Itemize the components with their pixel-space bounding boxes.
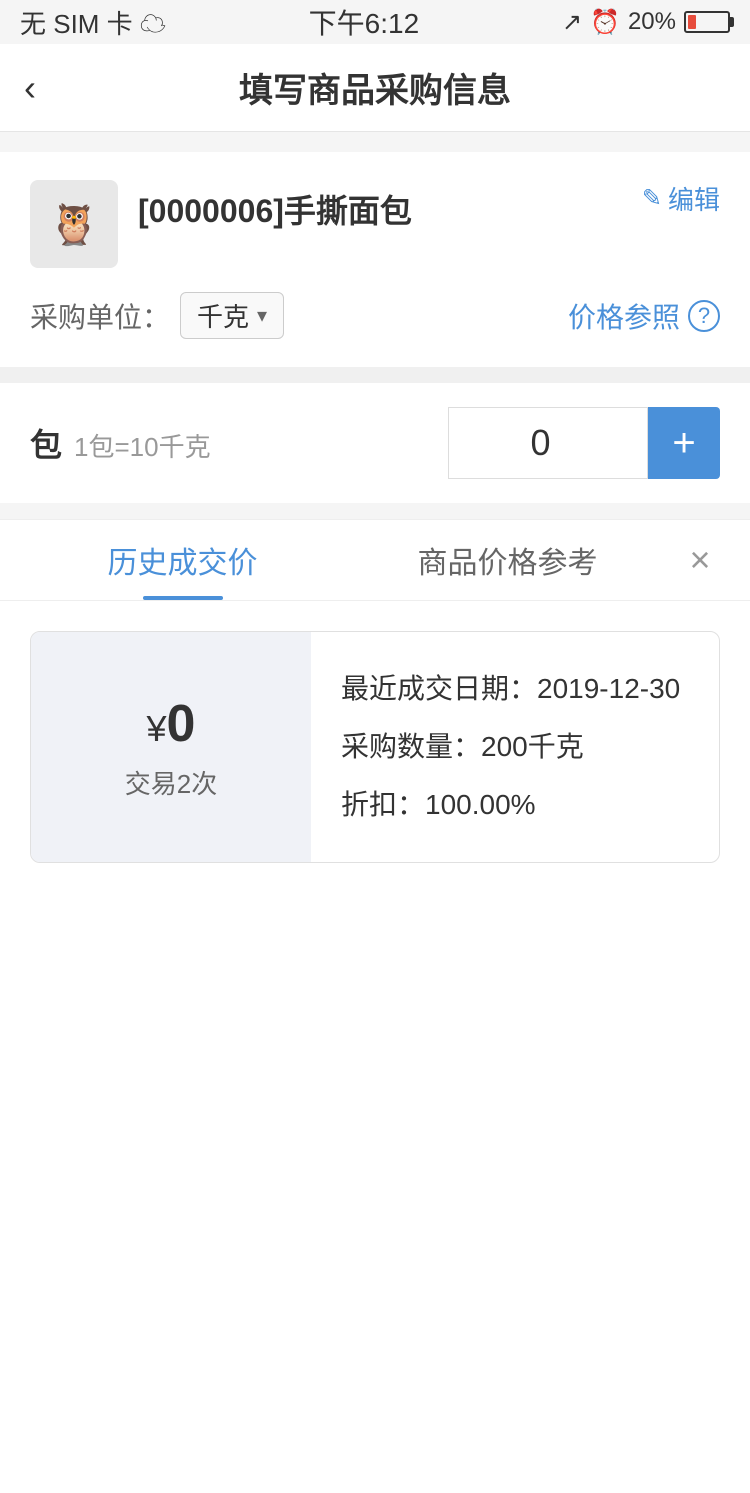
- bottom-space: [0, 893, 750, 1493]
- product-logo-icon: 🦉: [49, 201, 99, 248]
- purchase-qty-row: 采购数量：200千克: [341, 726, 689, 768]
- chevron-down-icon: ▾: [257, 303, 267, 328]
- edit-button[interactable]: ✎ 编辑: [642, 180, 720, 217]
- purchase-qty-label: 采购数量：: [341, 731, 481, 762]
- tabs-container: 历史成交价 商品价格参考 × ¥0 交易2次 最近成交日期：2019-12-30…: [0, 519, 750, 893]
- product-name: [0000006]手撕面包: [138, 180, 412, 232]
- quantity-input[interactable]: [448, 407, 648, 479]
- product-left: 🦉 [0000006]手撕面包: [30, 180, 412, 268]
- discount-row: 折扣：100.00%: [341, 784, 689, 826]
- trades-count: 交易2次: [125, 764, 217, 801]
- recent-date-label: 最近成交日期：: [341, 673, 537, 704]
- price-reference-button[interactable]: 价格参照 ?: [568, 296, 720, 336]
- sim-label: 无 SIM 卡 ☁: [20, 4, 166, 41]
- status-right: ↗ ⏰ 20%: [562, 8, 730, 37]
- tab-price-reference-label: 商品价格参考: [418, 538, 598, 582]
- tab-history-price-label: 历史成交价: [108, 538, 258, 582]
- edit-icon: ✎: [642, 184, 662, 213]
- nav-bar: ‹ 填写商品采购信息: [0, 44, 750, 132]
- product-image: 🦉: [30, 180, 118, 268]
- edit-label: 编辑: [668, 180, 720, 217]
- tab-close-button[interactable]: ×: [670, 520, 730, 600]
- price-ref-label: 价格参照: [568, 296, 680, 336]
- price-card-left: ¥0 交易2次: [31, 632, 311, 862]
- unit-row: 采购单位： 千克 ▾: [30, 292, 284, 339]
- tab-price-reference[interactable]: 商品价格参考: [345, 520, 670, 600]
- product-meta: 采购单位： 千克 ▾ 价格参照 ?: [30, 292, 720, 339]
- quantity-control: +: [448, 407, 720, 479]
- battery-fill: [688, 15, 696, 29]
- status-bar: 无 SIM 卡 ☁ 下午6:12 ↗ ⏰ 20%: [0, 0, 750, 44]
- page-title: 填写商品采购信息: [239, 63, 511, 112]
- status-left: 无 SIM 卡 ☁: [20, 4, 166, 41]
- tab-history-price[interactable]: 历史成交价: [20, 520, 345, 600]
- unit-selector[interactable]: 千克 ▾: [180, 292, 284, 339]
- unit-conversion-label: 1包=10千克: [74, 427, 211, 464]
- recent-date-row: 最近成交日期：2019-12-30: [341, 668, 689, 710]
- price-card-right: 最近成交日期：2019-12-30 采购数量：200千克 折扣：100.00%: [311, 632, 719, 862]
- section-divider: [0, 367, 750, 383]
- product-card: 🦉 [0000006]手撕面包 ✎ 编辑 采购单位： 千克 ▾ 价格参照 ?: [0, 152, 750, 367]
- status-time: 下午6:12: [309, 2, 420, 42]
- quantity-plus-button[interactable]: +: [648, 407, 720, 479]
- quantity-left: 包 1包=10千克: [30, 420, 211, 466]
- price-card: ¥0 交易2次 最近成交日期：2019-12-30 采购数量：200千克 折扣：…: [30, 631, 720, 863]
- discount-label: 折扣：: [341, 789, 425, 820]
- recent-date-value: 2019-12-30: [537, 673, 680, 704]
- price-value: 0: [167, 695, 196, 753]
- tab-active-indicator: [143, 596, 223, 600]
- product-header: 🦉 [0000006]手撕面包 ✎ 编辑: [30, 180, 720, 268]
- location-icon: ↗: [562, 8, 582, 37]
- unit-name-label: 包: [30, 420, 62, 466]
- battery-percent: 20%: [628, 8, 676, 36]
- tabs-header: 历史成交价 商品价格参考 ×: [0, 520, 750, 601]
- price-amount: ¥0: [147, 694, 196, 754]
- history-price-content: ¥0 交易2次 最近成交日期：2019-12-30 采购数量：200千克 折扣：…: [0, 601, 750, 893]
- discount-value: 100.00%: [425, 789, 536, 820]
- battery-icon: [684, 11, 730, 33]
- question-icon: ?: [688, 300, 720, 332]
- purchase-qty-value: 200千克: [481, 731, 584, 762]
- back-button[interactable]: ‹: [24, 67, 36, 109]
- unit-text: 采购单位：: [30, 296, 170, 336]
- alarm-icon: ⏰: [590, 8, 620, 37]
- quantity-row: 包 1包=10千克 +: [0, 383, 750, 503]
- currency-symbol: ¥: [147, 708, 167, 749]
- unit-value: 千克: [197, 297, 249, 334]
